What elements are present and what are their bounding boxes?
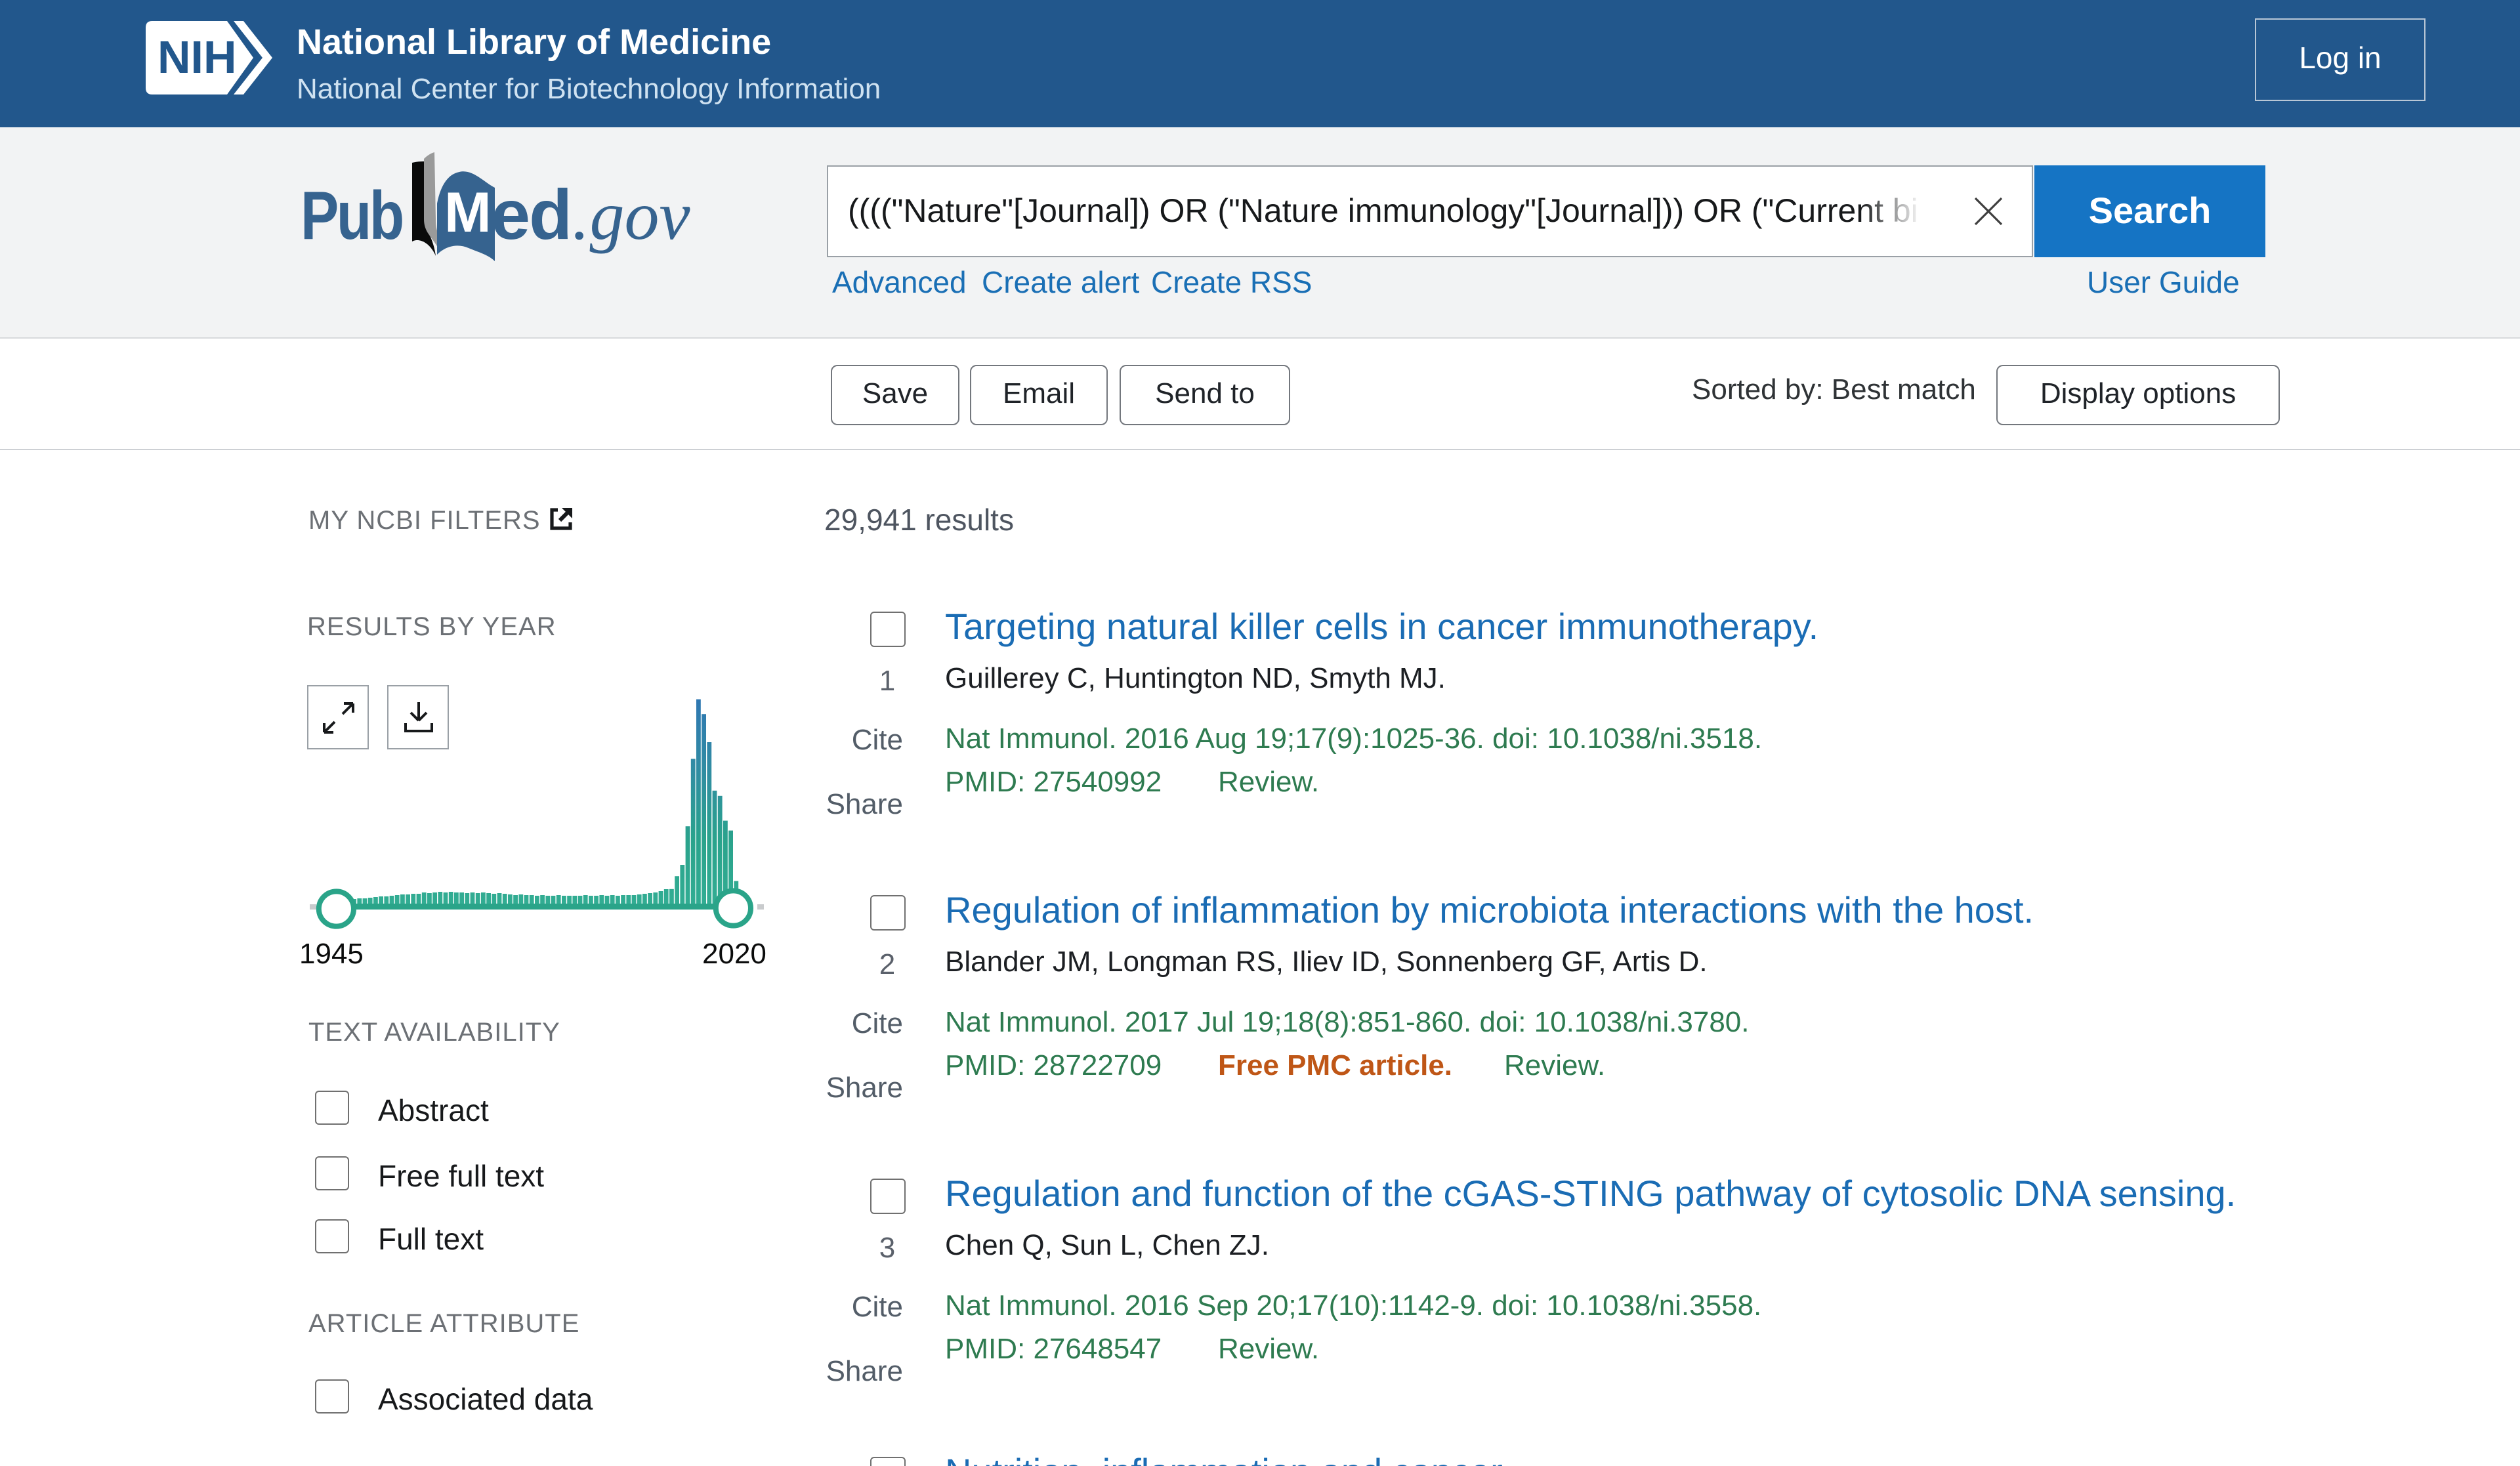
svg-text:M: M <box>444 181 492 244</box>
svg-text:NIH: NIH <box>158 31 237 83</box>
